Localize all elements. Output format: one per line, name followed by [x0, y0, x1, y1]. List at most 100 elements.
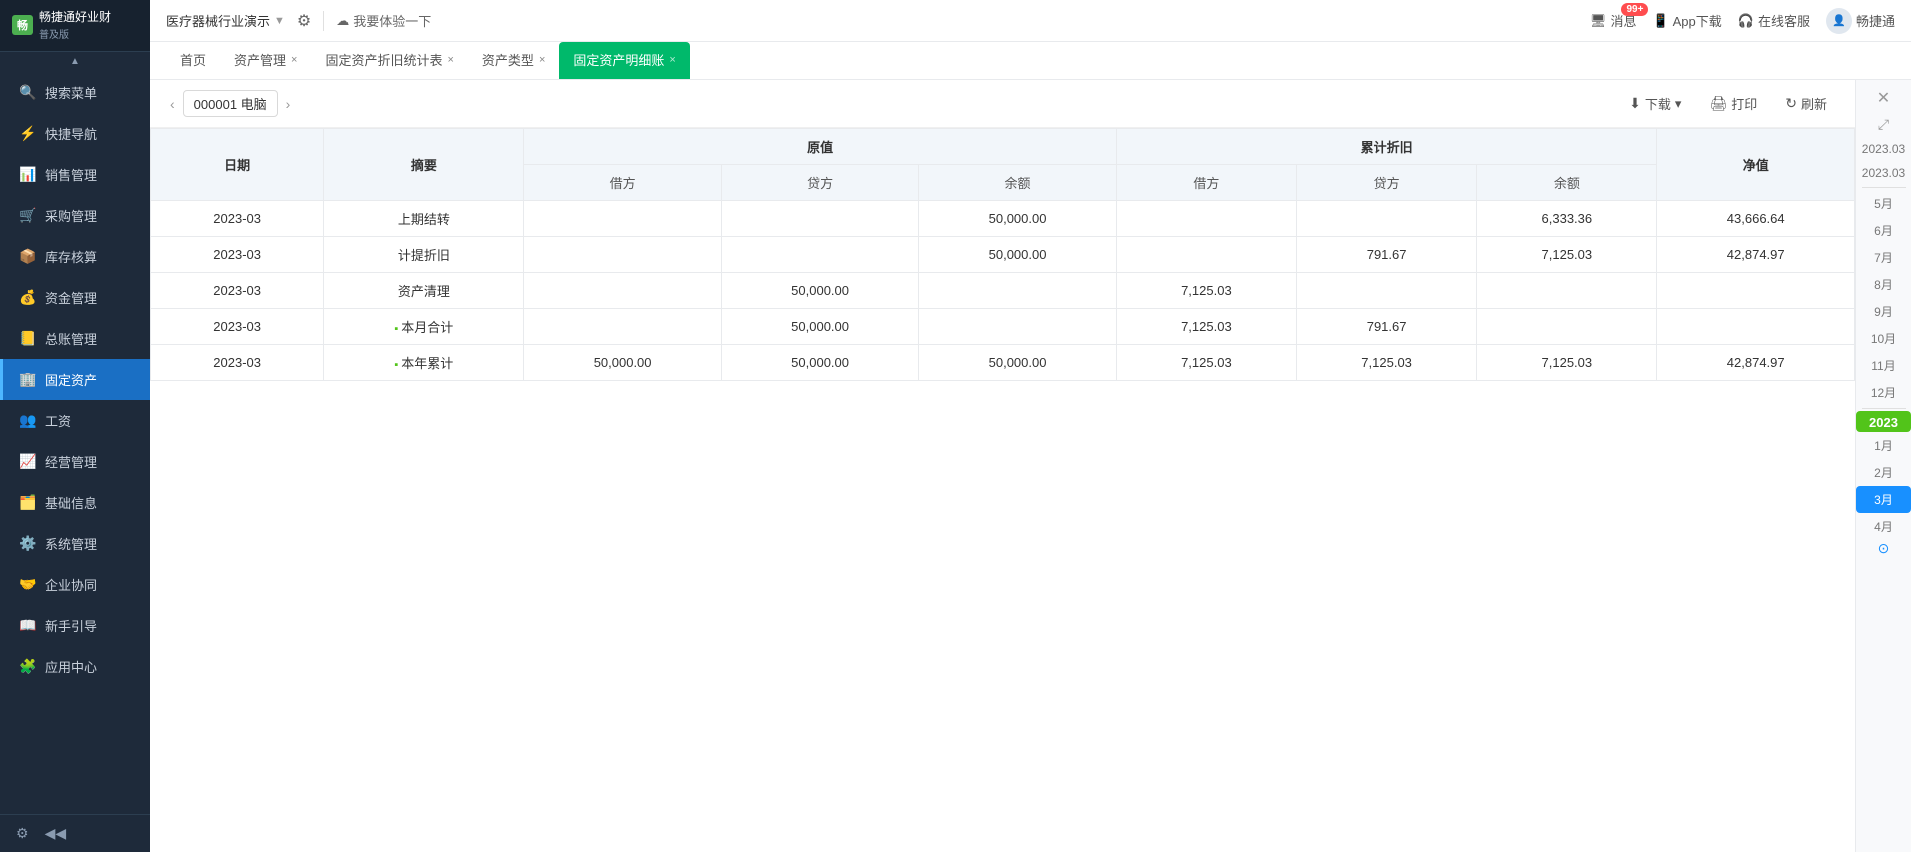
- tl-year-2023[interactable]: 2023: [1856, 411, 1911, 432]
- tab-depreciation-close[interactable]: ×: [447, 54, 453, 66]
- sidebar-item-finance[interactable]: 💰资金管理: [0, 277, 150, 318]
- collapse-icon[interactable]: ◀◀: [45, 825, 67, 842]
- next-asset-arrow[interactable]: ›: [286, 96, 291, 112]
- cloud-icon: ☁: [336, 13, 349, 29]
- tl-item-7[interactable]: 7月: [1856, 244, 1911, 271]
- cell-acc-credit: 791.67: [1297, 309, 1477, 345]
- cell-orig-debit: 50,000.00: [524, 345, 721, 381]
- sidebar-icon-ledger: 📒: [19, 330, 37, 347]
- tl-arrow-down[interactable]: ⊙: [1878, 540, 1890, 557]
- download-btn[interactable]: ⬇ 下载 ▾: [1621, 90, 1689, 117]
- tab-asset-detail[interactable]: 固定资产明细账 ×: [559, 42, 689, 79]
- cell-acc-balance: 6,333.36: [1477, 201, 1657, 237]
- sidebar-item-collab[interactable]: 🤝企业协同: [0, 564, 150, 605]
- row-icon: ▪: [394, 359, 398, 371]
- tl-item-9[interactable]: 9月: [1856, 298, 1911, 325]
- sidebar-label-business: 经营管理: [45, 452, 97, 471]
- th-summary: 摘要: [324, 129, 524, 201]
- row-icon: ▪: [394, 323, 398, 335]
- sidebar-item-basic[interactable]: 🗂️基础信息: [0, 482, 150, 523]
- user-profile[interactable]: 👤 畅捷通: [1826, 8, 1895, 34]
- sidebar-item-business[interactable]: 📈经营管理: [0, 441, 150, 482]
- sidebar-item-guide[interactable]: 📖新手引导: [0, 605, 150, 646]
- cell-net-value: 43,666.64: [1657, 201, 1855, 237]
- tab-asset-type[interactable]: 资产类型 ×: [468, 42, 559, 79]
- tl-item-10[interactable]: 10月: [1856, 325, 1911, 352]
- tl-item-5[interactable]: 5月: [1856, 190, 1911, 217]
- tab-asset-type-close[interactable]: ×: [539, 54, 545, 66]
- tl-item-12[interactable]: 12月: [1856, 379, 1911, 406]
- th-orig-debit: 借方: [524, 165, 721, 201]
- company-name: 医疗器械行业演示: [166, 11, 270, 30]
- refresh-icon: ↻: [1785, 95, 1797, 112]
- sidebar-logo: 畅 畅捷通好业财 普及版: [0, 0, 150, 52]
- tab-asset-detail-close[interactable]: ×: [669, 54, 675, 66]
- online-service-btn[interactable]: 🎧 在线客服: [1738, 11, 1810, 30]
- sidebar-label-fixed: 固定资产: [45, 370, 97, 389]
- tab-asset-detail-label: 固定资产明细账: [573, 50, 664, 69]
- settings-icon[interactable]: ⚙: [16, 825, 29, 842]
- sidebar-icon-quicknav: ⚡: [19, 125, 37, 142]
- sidebar-item-purchase[interactable]: 🛒采购管理: [0, 195, 150, 236]
- company-selector[interactable]: 医疗器械行业演示 ▼: [166, 11, 285, 30]
- cell-orig-debit: [524, 201, 721, 237]
- tl-item-2[interactable]: 2月: [1856, 459, 1911, 486]
- sidebar-item-search[interactable]: 🔍搜索菜单: [0, 72, 150, 113]
- prev-asset-arrow[interactable]: ‹: [170, 96, 175, 112]
- print-btn[interactable]: 🖨 打印: [1701, 90, 1765, 117]
- app-download-label: App下载: [1673, 11, 1722, 30]
- timeline-close-icon[interactable]: ✕: [1873, 84, 1894, 112]
- sidebar-item-inventory[interactable]: 📦库存核算: [0, 236, 150, 277]
- table-row: 2023-03 资产清理 50,000.00 7,125.03: [151, 273, 1855, 309]
- tab-depreciation[interactable]: 固定资产折旧统计表 ×: [311, 42, 467, 79]
- sidebar-item-apps[interactable]: 🧩应用中心: [0, 646, 150, 687]
- notifications-btn[interactable]: 🖥 消息 99+: [1590, 11, 1637, 30]
- sidebar-item-system[interactable]: ⚙️系统管理: [0, 523, 150, 564]
- sidebar-scroll-up[interactable]: ▲: [0, 52, 150, 72]
- username: 畅捷通: [1856, 11, 1895, 30]
- sidebar-item-sales[interactable]: 📊销售管理: [0, 154, 150, 195]
- tl-item-4[interactable]: 4月: [1856, 513, 1911, 540]
- topbar: 医疗器械行业演示 ▼ ⚙ ☁ 我要体验一下 🖥 消息 99+ 📱 App下载 🎧…: [150, 0, 1911, 42]
- tl-item-3-active[interactable]: 3月: [1856, 486, 1911, 513]
- settings-gear-icon[interactable]: ⚙: [297, 11, 311, 31]
- tl-item-8[interactable]: 8月: [1856, 271, 1911, 298]
- sidebar-label-finance: 资金管理: [45, 288, 97, 307]
- cell-orig-balance: [919, 309, 1116, 345]
- tl-item-top1[interactable]: 2023.03: [1856, 137, 1911, 161]
- sidebar-icon-sales: 📊: [19, 166, 37, 183]
- cell-summary: ▪本年累计: [324, 345, 524, 381]
- notifications-badge: 99+: [1621, 3, 1648, 16]
- cell-net-value: [1657, 309, 1855, 345]
- sidebar-item-fixed[interactable]: 🏢固定资产: [0, 359, 150, 400]
- experience-btn[interactable]: ☁ 我要体验一下: [336, 11, 431, 30]
- refresh-btn[interactable]: ↻ 刷新: [1777, 90, 1835, 117]
- cell-net-value: 42,874.97: [1657, 237, 1855, 273]
- cell-orig-credit: [721, 201, 918, 237]
- sidebar-item-payroll[interactable]: 👥工资: [0, 400, 150, 441]
- app-download-btn[interactable]: 📱 App下载: [1652, 11, 1721, 30]
- tab-asset-mgmt[interactable]: 资产管理 ×: [220, 42, 311, 79]
- tl-item-top2[interactable]: 2023.03: [1856, 161, 1911, 185]
- scroll-up-arrow[interactable]: ▲: [70, 56, 80, 68]
- asset-nav: ‹ 000001 电脑 › ⬇ 下载 ▾ 🖨 打印 ↻: [150, 80, 1855, 128]
- main-area: 医疗器械行业演示 ▼ ⚙ ☁ 我要体验一下 🖥 消息 99+ 📱 App下载 🎧…: [150, 0, 1911, 852]
- download-icon: 📱: [1652, 13, 1668, 29]
- download-icon: ⬇: [1629, 95, 1641, 112]
- cell-orig-credit: 50,000.00: [721, 345, 918, 381]
- cell-orig-balance: 50,000.00: [919, 201, 1116, 237]
- download-arrow: ▾: [1675, 96, 1682, 112]
- sidebar-icon-guide: 📖: [19, 617, 37, 634]
- sidebar-item-quicknav[interactable]: ⚡快捷导航: [0, 113, 150, 154]
- tl-item-1[interactable]: 1月: [1856, 432, 1911, 459]
- tl-item-11[interactable]: 11月: [1856, 352, 1911, 379]
- tab-asset-mgmt-label: 资产管理: [234, 50, 286, 69]
- sidebar-item-ledger[interactable]: 📒总账管理: [0, 318, 150, 359]
- th-acc-debit: 借方: [1116, 165, 1296, 201]
- tab-home[interactable]: 首页: [166, 42, 220, 79]
- timeline-expand-icon[interactable]: ⤢: [1874, 112, 1893, 137]
- tl-item-6[interactable]: 6月: [1856, 217, 1911, 244]
- refresh-label: 刷新: [1801, 94, 1827, 113]
- cell-orig-balance: 50,000.00: [919, 345, 1116, 381]
- tab-asset-mgmt-close[interactable]: ×: [291, 54, 297, 66]
